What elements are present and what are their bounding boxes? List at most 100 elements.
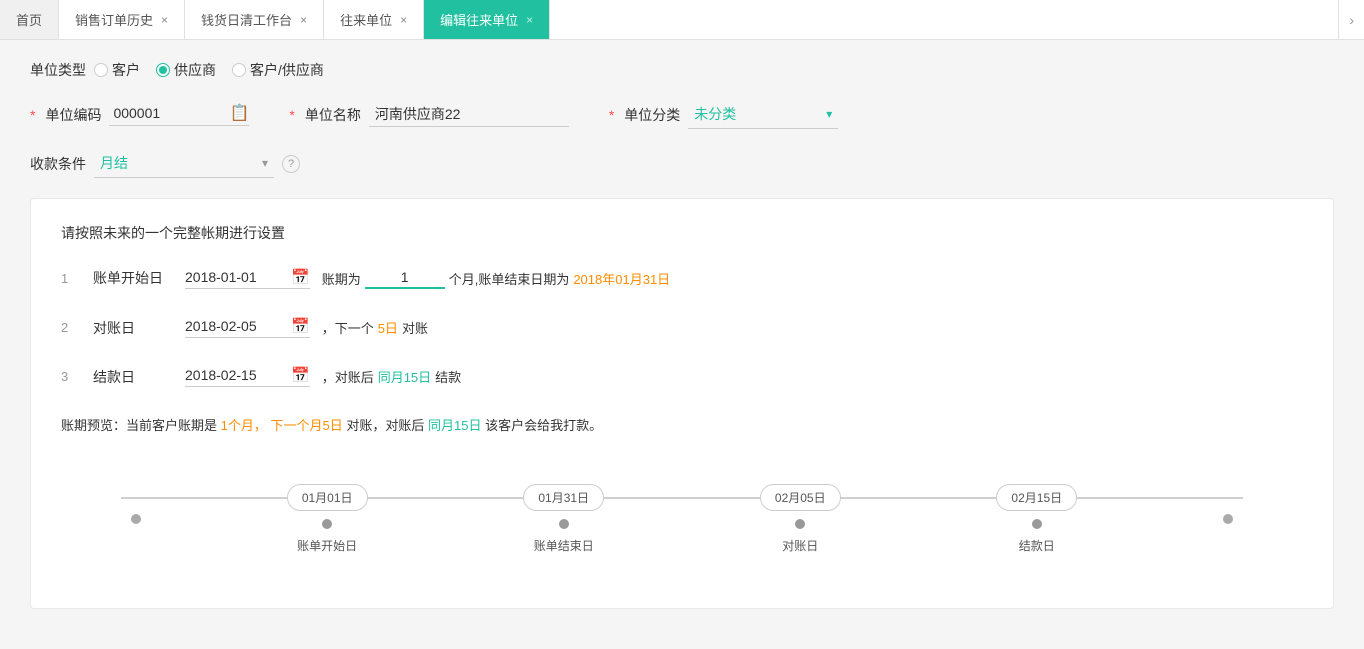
unit-name-input[interactable] [369,102,569,127]
payment-terms-label: 收款条件 [30,154,86,174]
unit-info-row: * 单位编码 📋 * 单位名称 * 单位分类 未分类 ▾ [30,100,1334,129]
tab-partner-close[interactable]: × [400,13,407,27]
main-content: 单位类型 客户 供应商 客户/供应商 * 单位编码 [0,40,1364,649]
timeline: 01月01日 账单开始日 01月31日 账单结束日 02月05日 对账日 02月… [61,464,1303,584]
setting-row-2: 2 对账日 📅 ，下一个 5日 对账 [61,317,1303,338]
node-bubble-3: 02月05日 [760,484,841,511]
tab-more-arrow[interactable]: › [1338,0,1364,39]
payment-terms-select[interactable]: 月结 ▾ [94,149,274,178]
tab-edit-partner-close[interactable]: × [526,13,533,27]
row-desc-2: ，下一个 5日 对账 [322,318,428,337]
desc-suffix-2: 对账 [402,318,428,337]
unit-category-label: 单位分类 [624,105,680,125]
preview-part4: 同月15日 [428,418,481,433]
radio-supplier[interactable]: 供应商 [156,60,216,80]
desc-prefix-3: ，对账后 [322,367,374,386]
tab-cash-work-close[interactable]: × [300,13,307,27]
node-dot-2 [559,519,569,529]
node-dot-4 [1032,519,1042,529]
setting-row-3: 3 结款日 📅 ，对账后 同月15日 结款 [61,366,1303,387]
highlight-2: 5日 [378,318,398,337]
payment-terms-field: 收款条件 月结 ▾ ? [30,149,300,178]
node-label-2: 账单结束日 [534,537,594,554]
row-label-1: 账单开始日 [93,268,173,288]
highlight-date-1: 2018年01月31日 [573,269,670,288]
tab-partner[interactable]: 往来单位 × [324,0,424,39]
tab-sales-history-close[interactable]: × [161,13,168,27]
unit-type-row: 单位类型 客户 供应商 客户/供应商 [30,60,1334,80]
row-desc-3: ，对账后 同月15日 结款 [322,367,462,386]
unit-name-star: * [289,107,294,123]
date-field-1[interactable] [185,269,285,285]
node-dot-3 [795,519,805,529]
calendar-icon-2[interactable]: 📅 [291,317,310,335]
desc-prefix-1: 账期为 [322,269,361,288]
chevron-down-icon: ▾ [826,107,832,121]
tab-sales-history-label: 销售订单历史 [75,10,153,29]
timeline-spacer-left [91,484,131,554]
unit-category-value: 未分类 [694,104,820,124]
node-label-4: 结款日 [1019,537,1055,554]
timeline-spacer-right [1233,484,1273,554]
timeline-nodes: 01月01日 账单开始日 01月31日 账单结束日 02月05日 对账日 02月… [91,484,1273,554]
desc-suffix-3: 结款 [435,367,461,386]
node-bubble-4: 02月15日 [996,484,1077,511]
timeline-start-dot [131,514,141,524]
tab-partner-label: 往来单位 [340,10,392,29]
preview-label: 账期预览：当前客户账期是 [61,418,217,433]
tab-edit-partner-label: 编辑往来单位 [440,10,518,29]
timeline-node-4: 02月15日 结款日 [996,484,1077,554]
unit-code-input[interactable] [109,103,229,123]
date-input-2: 📅 [185,317,310,338]
unit-category-field: * 单位分类 未分类 ▾ [609,100,838,129]
highlight-3: 同月15日 [378,367,431,386]
chevron-right-icon: › [1349,12,1354,28]
node-dot-1 [322,519,332,529]
calendar-icon-3[interactable]: 📅 [291,366,310,384]
timeline-node-2: 01月31日 账单结束日 [523,484,604,554]
unit-name-field: * 单位名称 [289,102,568,127]
node-bubble-2: 01月31日 [523,484,604,511]
unit-category-select[interactable]: 未分类 ▾ [688,100,838,129]
calendar-icon-1[interactable]: 📅 [291,268,310,286]
node-label-1: 账单开始日 [297,537,357,554]
period-input[interactable] [365,267,445,289]
row-num-1: 1 [61,271,81,286]
panel-title: 请按照未来的一个完整帐期进行设置 [61,223,1303,243]
timeline-node-3: 02月05日 对账日 [760,484,841,554]
unit-code-label: 单位编码 [45,105,101,125]
radio-customer[interactable]: 客户 [94,60,140,80]
preview-part3: 对账，对账后 [346,418,424,433]
unit-type-radio-group: 客户 供应商 客户/供应商 [94,60,324,80]
radio-customer-label: 客户 [112,60,140,80]
date-field-2[interactable] [185,318,285,334]
unit-type-label: 单位类型 [30,60,86,80]
date-input-3: 📅 [185,366,310,387]
tab-home[interactable]: 首页 [0,0,59,39]
date-field-3[interactable] [185,367,285,383]
timeline-node-1: 01月01日 账单开始日 [287,484,368,554]
radio-supplier-circle [156,63,170,77]
node-bubble-1: 01月01日 [287,484,368,511]
row-label-3: 结款日 [93,367,173,387]
tab-home-label: 首页 [16,10,42,29]
payment-terms-value: 月结 [100,153,256,173]
unit-category-star: * [609,107,614,123]
unit-code-input-wrap: 📋 [109,103,249,126]
tab-cash-work[interactable]: 钱货日清工作台 × [185,0,324,39]
tab-edit-partner[interactable]: 编辑往来单位 × [424,0,550,39]
help-icon[interactable]: ? [282,155,300,173]
date-input-1: 📅 [185,268,310,289]
copy-icon[interactable]: 📋 [229,103,249,123]
row-label-2: 对账日 [93,318,173,338]
radio-both[interactable]: 客户/供应商 [232,60,324,80]
settings-panel: 请按照未来的一个完整帐期进行设置 1 账单开始日 📅 账期为 个月,账单结束日期… [30,198,1334,609]
node-label-3: 对账日 [782,537,818,554]
preview-part1: 1个月， [221,418,267,433]
timeline-end-dot [1223,514,1233,524]
tab-bar: 首页 销售订单历史 × 钱货日清工作台 × 往来单位 × 编辑往来单位 × › [0,0,1364,40]
tab-sales-history[interactable]: 销售订单历史 × [59,0,185,39]
tab-cash-work-label: 钱货日清工作台 [201,10,292,29]
radio-customer-circle [94,63,108,77]
setting-row-1: 1 账单开始日 📅 账期为 个月,账单结束日期为 2018年01月31日 [61,267,1303,289]
